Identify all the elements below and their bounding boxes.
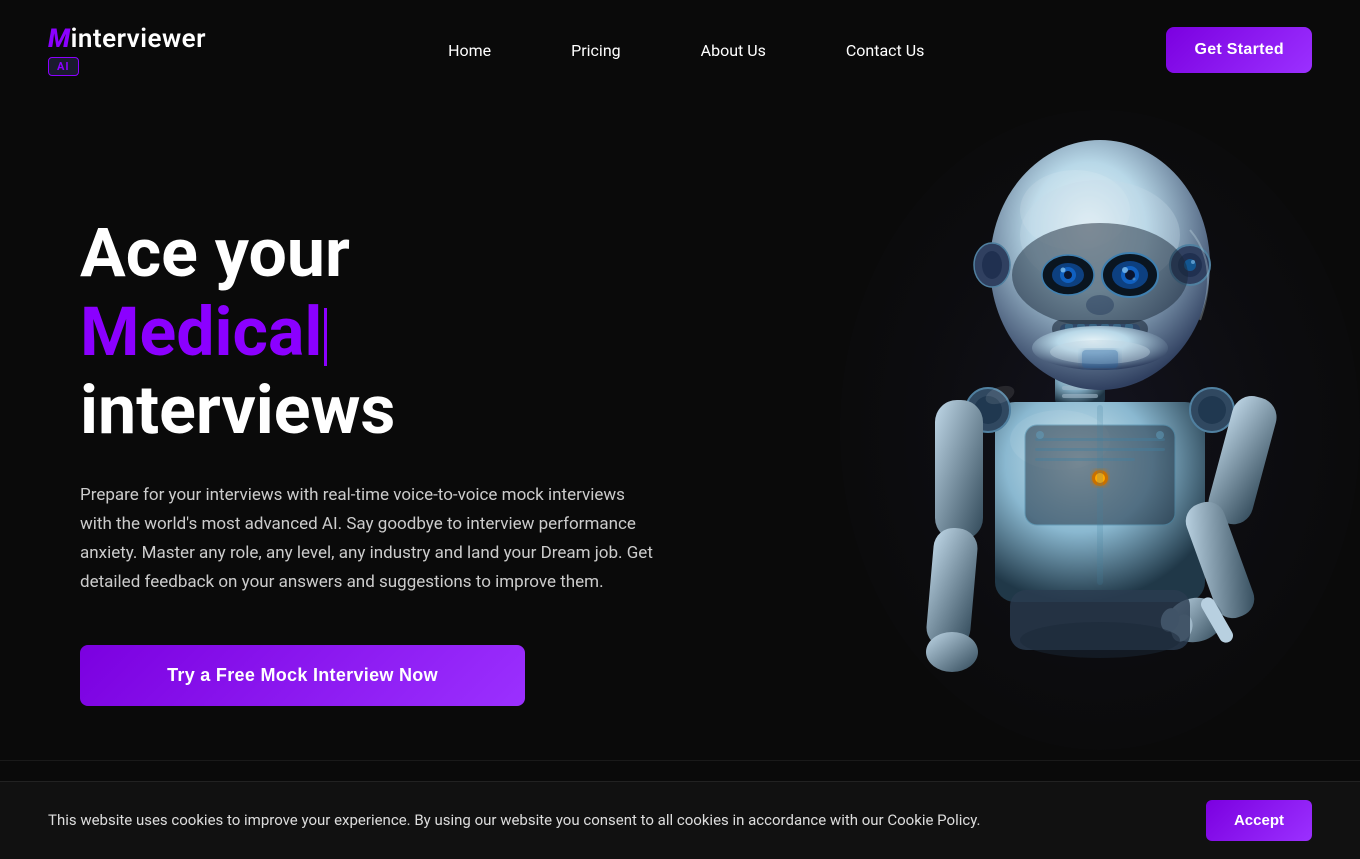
- logo-badge: AI: [48, 57, 79, 76]
- nav-link-about[interactable]: About Us: [701, 41, 766, 60]
- hero-robot-image: [780, 100, 1360, 760]
- cookie-banner: This website uses cookies to improve you…: [0, 781, 1360, 859]
- cookie-text: This website uses cookies to improve you…: [48, 809, 1166, 832]
- nav-link-contact[interactable]: Contact Us: [846, 41, 925, 60]
- hero-title-line1: Ace your: [80, 213, 350, 293]
- hero-section: Ace your Medical interviews Prepare for …: [0, 100, 1360, 760]
- cta-button[interactable]: Try a Free Mock Interview Now: [80, 645, 525, 706]
- get-started-button[interactable]: Get Started: [1166, 27, 1312, 73]
- nav-links: Home Pricing About Us Contact Us: [448, 41, 924, 60]
- logo-text: Minterviewer: [48, 24, 206, 55]
- navbar: Minterviewer AI Home Pricing About Us Co…: [0, 0, 1360, 100]
- hero-title: Ace your Medical interviews: [80, 214, 660, 449]
- hero-title-line3: interviews: [80, 370, 395, 450]
- nav-link-home[interactable]: Home: [448, 41, 491, 60]
- hero-description: Prepare for your interviews with real-ti…: [80, 481, 660, 597]
- hero-title-accent: Medical: [80, 293, 660, 371]
- cookie-accept-button[interactable]: Accept: [1206, 800, 1312, 841]
- cursor: [324, 308, 327, 366]
- nav-link-pricing[interactable]: Pricing: [571, 41, 621, 60]
- logo-m: M: [48, 24, 71, 54]
- hero-content: Ace your Medical interviews Prepare for …: [80, 214, 660, 705]
- logo-rest: interviewer: [71, 24, 206, 54]
- nav-item-pricing[interactable]: Pricing: [571, 41, 621, 60]
- nav-item-contact[interactable]: Contact Us: [846, 41, 925, 60]
- robot-svg: [800, 100, 1360, 760]
- nav-item-home[interactable]: Home: [448, 41, 491, 60]
- nav-item-about[interactable]: About Us: [701, 41, 766, 60]
- logo[interactable]: Minterviewer AI: [48, 24, 206, 76]
- hero-accent-text: Medical: [80, 292, 322, 372]
